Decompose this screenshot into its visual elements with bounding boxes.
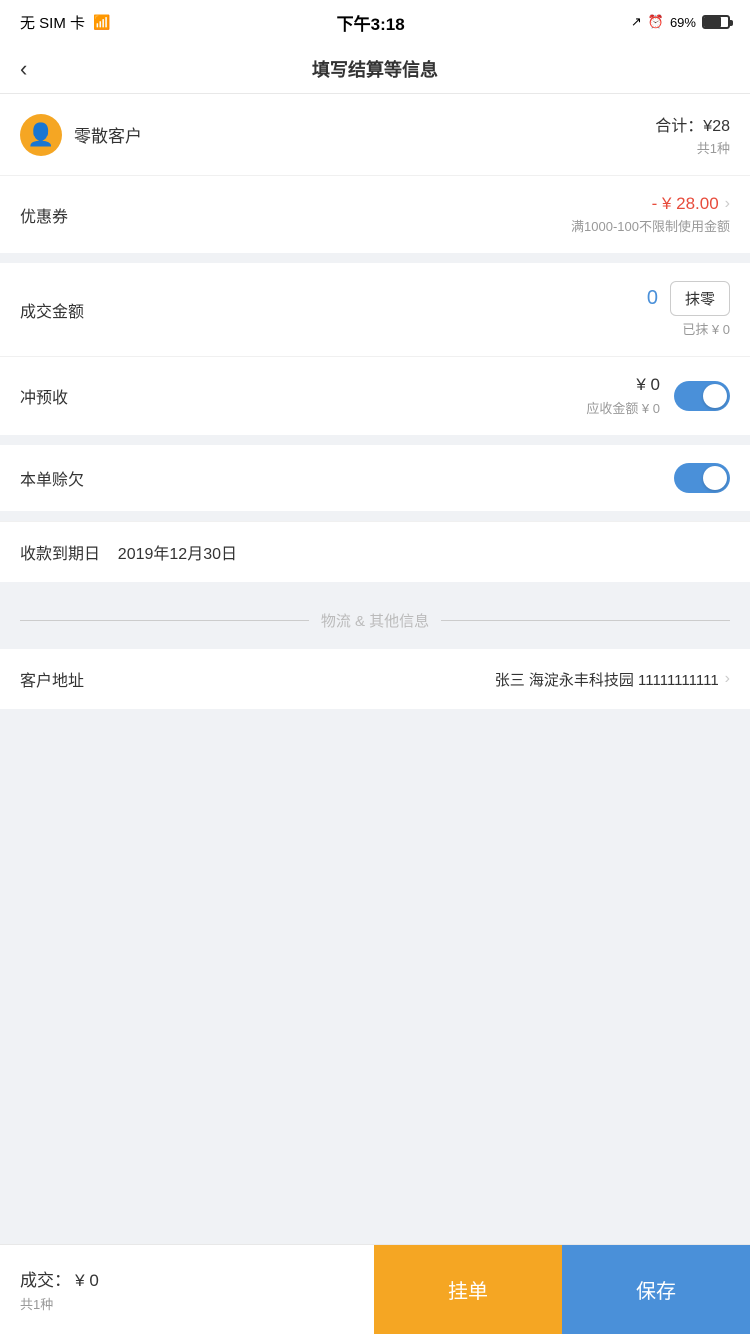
- transaction-sub: 已抹 ¥ 0: [647, 319, 730, 338]
- status-right: ↗ ⏰ 69%: [631, 14, 730, 30]
- debt-toggle[interactable]: [674, 463, 730, 493]
- customer-left: 👤 零散客户: [20, 114, 142, 156]
- customer-section: 👤 零散客户 合计：¥28 共1种 优惠券 - ¥ 28.00 › 满1000-…: [0, 94, 750, 253]
- battery-fill: [704, 17, 721, 27]
- page-title: 填写结算等信息: [312, 56, 438, 82]
- total-count: 共1种: [655, 138, 730, 157]
- coupon-label: 优惠券: [20, 203, 68, 227]
- chevron-right-icon: ›: [725, 195, 730, 213]
- round-zero-button[interactable]: 抹零: [670, 281, 730, 316]
- transaction-row: 成交金额 0 抹零 已抹 ¥ 0: [0, 263, 750, 357]
- debt-section: 本单赊欠: [0, 445, 750, 511]
- address-section[interactable]: 客户地址 张三 海淀永丰科技园 11111111111 ›: [0, 649, 750, 709]
- transaction-right: 0 抹零 已抹 ¥ 0: [647, 281, 730, 338]
- customer-row: 👤 零散客户 合计：¥28 共1种: [0, 94, 750, 175]
- prepay-row: 冲预收 ¥ 0 应收金额 ¥ 0: [0, 357, 750, 435]
- bottom-count: 共1种: [20, 1294, 354, 1313]
- debt-label: 本单赊欠: [20, 466, 84, 490]
- total-amount: 合计：¥28: [655, 112, 730, 136]
- divider-left: [20, 620, 309, 621]
- divider-right: [441, 620, 730, 621]
- due-date-text: 收款到期日 2019年12月30日: [20, 546, 237, 563]
- bottom-deal: 成交： ¥ 0: [20, 1266, 354, 1291]
- location-icon: ↗: [631, 14, 642, 30]
- alarm-icon: ⏰: [648, 14, 664, 30]
- address-value: 张三 海淀永丰科技园 11111111111: [495, 669, 719, 690]
- deal-amount: ¥ 0: [75, 1271, 99, 1290]
- address-right: 张三 海淀永丰科技园 11111111111 ›: [475, 669, 730, 690]
- due-date-label: 收款到期日: [20, 546, 100, 563]
- hang-button[interactable]: 挂单: [374, 1245, 562, 1334]
- logistics-label: 物流 & 其他信息: [321, 610, 429, 631]
- avatar: 👤: [20, 114, 62, 156]
- bottom-bar: 成交： ¥ 0 共1种 挂单 保存: [0, 1244, 750, 1334]
- battery-percent: 69%: [670, 15, 696, 30]
- status-bar: 无 SIM 卡 📶 下午3:18 ↗ ⏰ 69%: [0, 0, 750, 44]
- prepay-amount-block: ¥ 0 应收金额 ¥ 0: [586, 375, 660, 417]
- transaction-label: 成交金额: [20, 298, 84, 322]
- save-button[interactable]: 保存: [562, 1245, 750, 1334]
- empty-space: [0, 709, 750, 889]
- back-button[interactable]: ‹: [20, 56, 27, 82]
- due-date-value: 2019年12月30日: [118, 546, 237, 563]
- coupon-row[interactable]: 优惠券 - ¥ 28.00 › 满1000-100不限制使用金额: [0, 175, 750, 253]
- logistics-section: 物流 & 其他信息: [0, 592, 750, 649]
- status-time: 下午3:18: [337, 10, 405, 35]
- prepay-toggle[interactable]: [674, 381, 730, 411]
- coupon-desc: 满1000-100不限制使用金额: [571, 216, 730, 235]
- status-left: 无 SIM 卡 📶: [20, 12, 110, 33]
- transaction-value: 0: [647, 287, 658, 310]
- due-date-row: 收款到期日 2019年12月30日: [0, 521, 750, 582]
- coupon-right-block: - ¥ 28.00 › 满1000-100不限制使用金额: [571, 194, 730, 235]
- battery-bar: [702, 15, 730, 29]
- bottom-buttons: 挂单 保存: [374, 1245, 750, 1334]
- bottom-info: 成交： ¥ 0 共1种: [0, 1266, 374, 1313]
- avatar-icon: 👤: [27, 122, 54, 148]
- coupon-discount: - ¥ 28.00: [652, 194, 719, 214]
- content: 👤 零散客户 合计：¥28 共1种 优惠券 - ¥ 28.00 › 满1000-…: [0, 94, 750, 979]
- wifi-icon: 📶: [93, 14, 110, 31]
- prepay-amount: ¥ 0: [586, 375, 660, 395]
- address-label: 客户地址: [20, 667, 84, 691]
- deal-prefix: 成交：: [20, 1271, 71, 1290]
- logistics-divider: 物流 & 其他信息: [20, 610, 730, 631]
- address-chevron-icon: ›: [725, 670, 730, 688]
- due-date-section: 收款到期日 2019年12月30日: [0, 521, 750, 582]
- carrier-text: 无 SIM 卡: [20, 12, 85, 33]
- prepay-receivable: 应收金额 ¥ 0: [586, 398, 660, 417]
- prepay-right: ¥ 0 应收金额 ¥ 0: [586, 375, 730, 417]
- prepay-label: 冲预收: [20, 384, 68, 408]
- customer-right: 合计：¥28 共1种: [655, 112, 730, 157]
- nav-bar: ‹ 填写结算等信息: [0, 44, 750, 94]
- transaction-section: 成交金额 0 抹零 已抹 ¥ 0 冲预收 ¥ 0 应收金额 ¥ 0: [0, 263, 750, 435]
- customer-name: 零散客户: [74, 122, 142, 147]
